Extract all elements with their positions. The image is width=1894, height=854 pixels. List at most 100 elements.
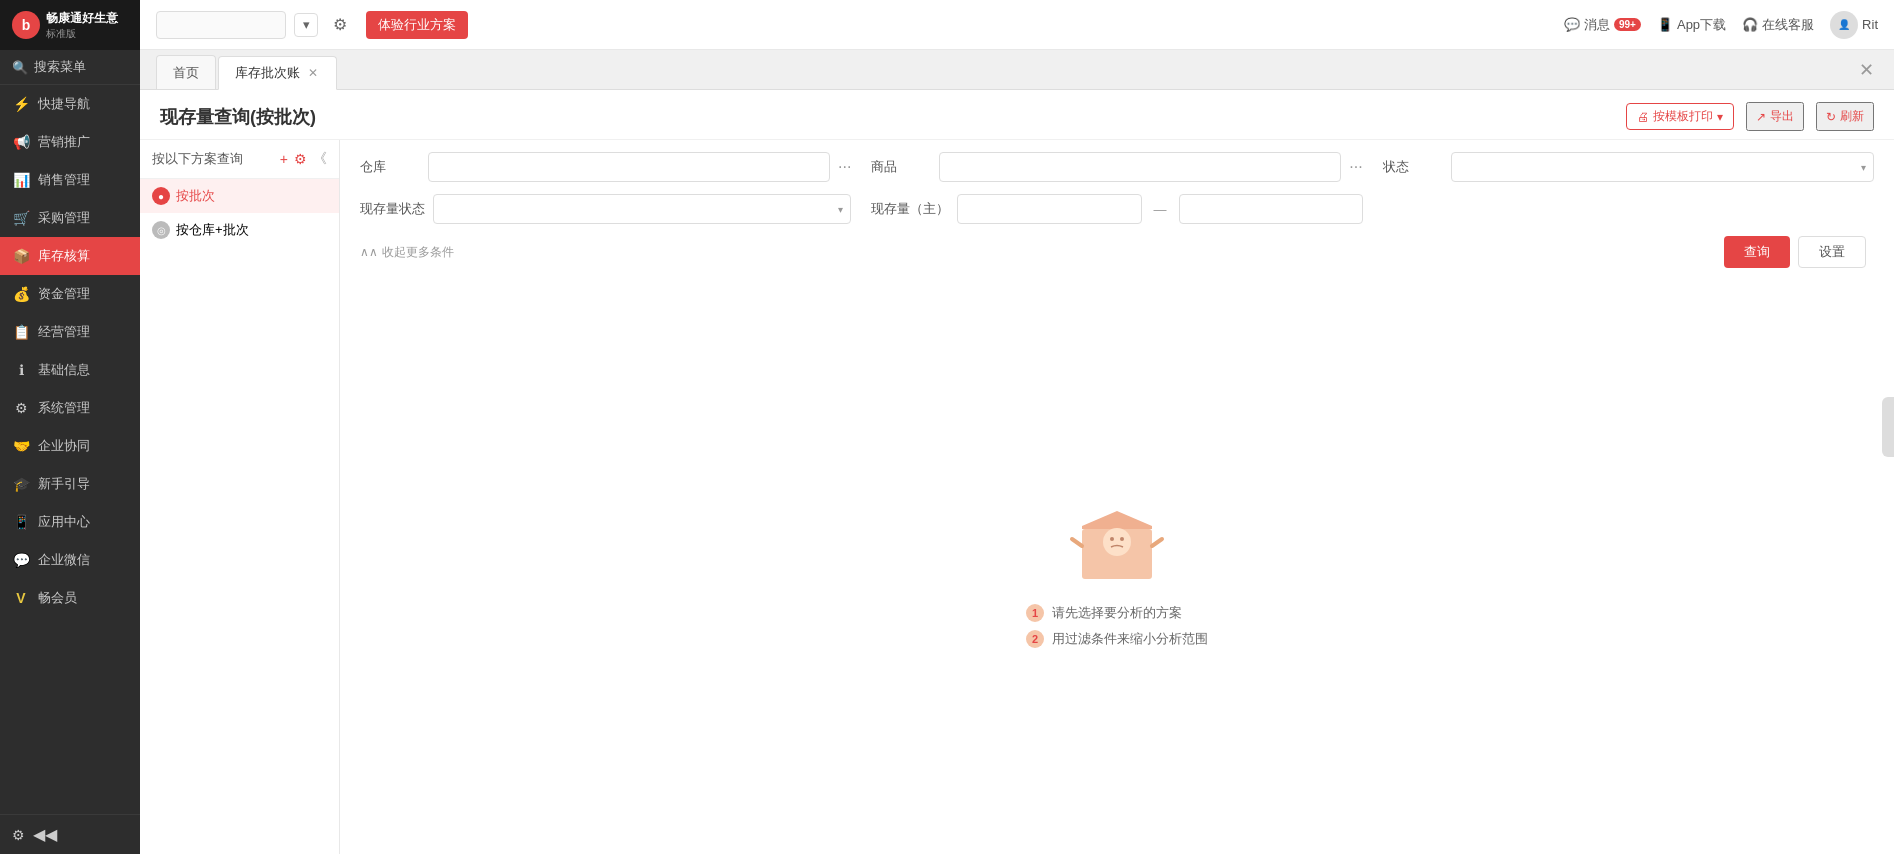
header-gear-icon[interactable]: ⚙ (326, 11, 354, 39)
inventory-status-select-wrap: ▾ (433, 194, 851, 224)
sidebar-item-basic-info[interactable]: ℹ 基础信息 (0, 351, 140, 389)
refresh-button[interactable]: ↻ 刷新 (1816, 102, 1874, 131)
status-select[interactable] (1451, 152, 1874, 182)
warehouse-input[interactable] (428, 152, 830, 182)
sidebar-item-sales[interactable]: 📊 销售管理 (0, 161, 140, 199)
page-title: 现存量查询(按批次) (160, 105, 316, 129)
collapse-arrows-icon: ∧∧ (360, 245, 378, 259)
panel-close-button[interactable]: ✕ (1859, 59, 1874, 81)
sidebar-item-quick-nav[interactable]: ⚡ 快捷导航 (0, 85, 140, 123)
sidebar-item-wechat[interactable]: 💬 企业微信 (0, 541, 140, 579)
add-scheme-button[interactable]: + (280, 151, 288, 167)
online-service-button[interactable]: 🎧 在线客服 (1742, 16, 1814, 34)
right-edge-handle[interactable] (1882, 397, 1894, 457)
query-button[interactable]: 查询 (1724, 236, 1790, 268)
content-split: 按以下方案查询 + ⚙ 《 ● 按批次 ◎ 按仓库+批次 (140, 140, 1894, 854)
sidebar-navigation: ⚡ 快捷导航 📢 营销推广 📊 销售管理 🛒 采购管理 📦 库存核算 💰 资金管… (0, 85, 140, 814)
empty-svg-icon (1067, 484, 1167, 584)
phone-icon: 📱 (1657, 17, 1673, 32)
status-filter: 状态 ▾ (1383, 152, 1874, 182)
warehouse-dots[interactable]: ··· (838, 158, 851, 176)
product-label: 商品 (871, 158, 931, 176)
scheme-icon-red: ● (152, 187, 170, 205)
svg-line-4 (1072, 539, 1082, 546)
company-name: 畅康通好生意 (46, 10, 118, 27)
sidebar-item-member[interactable]: V 畅会员 (0, 579, 140, 617)
print-button[interactable]: 🖨 按模板打印 ▾ (1626, 103, 1734, 130)
member-label: 畅会员 (38, 589, 77, 607)
empty-state: 1 请先选择要分析的方案 2 用过滤条件来缩小分析范围 (340, 278, 1894, 854)
messages-button[interactable]: 💬 消息 99+ (1564, 16, 1641, 34)
hint-num-2: 2 (1026, 630, 1044, 648)
sidebar-item-system[interactable]: ⚙ 系统管理 (0, 389, 140, 427)
sidebar-item-finance[interactable]: 💰 资金管理 (0, 275, 140, 313)
scheme-item-by-warehouse-batch[interactable]: ◎ 按仓库+批次 (140, 213, 339, 247)
collapse-left-panel-icon[interactable]: 《 (313, 150, 327, 168)
enterprise-label: 企业协同 (38, 437, 90, 455)
product-input[interactable] (939, 152, 1341, 182)
sidebar-item-enterprise[interactable]: 🤝 企业协同 (0, 427, 140, 465)
settings-button[interactable]: 设置 (1798, 236, 1866, 268)
tab-inventory-batch-label: 库存批次账 (235, 64, 300, 82)
product-filter: 商品 ··· (871, 152, 1362, 182)
collapse-more-button[interactable]: ∧∧ 收起更多条件 (360, 244, 454, 261)
quick-nav-icon: ⚡ (12, 95, 30, 113)
tab-close-icon[interactable]: ✕ (306, 66, 320, 80)
inventory-status-select[interactable] (433, 194, 851, 224)
collapse-sidebar-icon[interactable]: ◀◀ (33, 825, 57, 844)
inventory-qty-filter: 现存量（主） — (871, 194, 1362, 224)
online-service-label: 在线客服 (1762, 16, 1814, 34)
empty-illustration (1067, 484, 1167, 584)
operations-icon: 📋 (12, 323, 30, 341)
collapse-more-label: 收起更多条件 (382, 244, 454, 261)
status-label: 状态 (1383, 158, 1443, 176)
newbie-label: 新手引导 (38, 475, 90, 493)
sidebar-item-purchase[interactable]: 🛒 采购管理 (0, 199, 140, 237)
sidebar-item-app-center[interactable]: 📱 应用中心 (0, 503, 140, 541)
tabs-bar: 首页 库存批次账 ✕ ✕ (140, 50, 1894, 90)
scheme-list: ● 按批次 ◎ 按仓库+批次 (140, 179, 339, 854)
content-area: 现存量查询(按批次) 🖨 按模板打印 ▾ ↗ 导出 ↻ 刷新 (140, 90, 1894, 854)
purchase-icon: 🛒 (12, 209, 30, 227)
warehouse-filter: 仓库 ··· (360, 152, 851, 182)
header-dropdown-button[interactable]: ▾ (294, 13, 318, 37)
inventory-label: 库存核算 (38, 247, 90, 265)
page-header: 现存量查询(按批次) 🖨 按模板打印 ▾ ↗ 导出 ↻ 刷新 (140, 90, 1894, 140)
inventory-icon: 📦 (12, 247, 30, 265)
inventory-qty-dash: — (1150, 202, 1171, 217)
scheme-icon-gray: ◎ (152, 221, 170, 239)
empty-hint-2: 2 用过滤条件来缩小分析范围 (1026, 630, 1208, 648)
sidebar-item-inventory[interactable]: 📦 库存核算 (0, 237, 140, 275)
printer-icon: 🖨 (1637, 110, 1649, 124)
export-button[interactable]: ↗ 导出 (1746, 102, 1804, 131)
tab-inventory-batch[interactable]: 库存批次账 ✕ (218, 56, 337, 90)
newbie-icon: 🎓 (12, 475, 30, 493)
filter-row-1: 仓库 ··· 商品 ··· 状态 (340, 140, 1894, 190)
inventory-qty-to-input[interactable] (1179, 194, 1363, 224)
product-dots[interactable]: ··· (1349, 158, 1362, 176)
sidebar-item-newbie[interactable]: 🎓 新手引导 (0, 465, 140, 503)
trial-button[interactable]: 体验行业方案 (366, 11, 468, 39)
header-search-input[interactable] (156, 11, 286, 39)
left-panel-title: 按以下方案查询 (152, 150, 243, 168)
avatar: 👤 (1830, 11, 1858, 39)
search-label: 搜索菜单 (34, 58, 86, 76)
refresh-icon: ↻ (1826, 110, 1836, 124)
sidebar-item-operations[interactable]: 📋 经营管理 (0, 313, 140, 351)
sales-label: 销售管理 (38, 171, 90, 189)
app-download-label: App下载 (1677, 16, 1726, 34)
inventory-qty-from-input[interactable] (957, 194, 1141, 224)
sidebar-search[interactable]: 🔍 搜索菜单 (0, 50, 140, 85)
finance-label: 资金管理 (38, 285, 90, 303)
sidebar-item-marketing[interactable]: 📢 营销推广 (0, 123, 140, 161)
scheme-settings-icon[interactable]: ⚙ (294, 151, 307, 167)
settings-bottom-icon[interactable]: ⚙ (12, 827, 25, 843)
scheme-item-by-batch[interactable]: ● 按批次 (140, 179, 339, 213)
basic-info-icon: ℹ (12, 361, 30, 379)
app-download-button[interactable]: 📱 App下载 (1657, 16, 1726, 34)
messages-label: 消息 (1584, 16, 1610, 34)
tab-home[interactable]: 首页 (156, 55, 216, 89)
action-buttons: 查询 设置 (1724, 236, 1874, 268)
system-label: 系统管理 (38, 399, 90, 417)
user-avatar-button[interactable]: 👤 Rit (1830, 11, 1878, 39)
